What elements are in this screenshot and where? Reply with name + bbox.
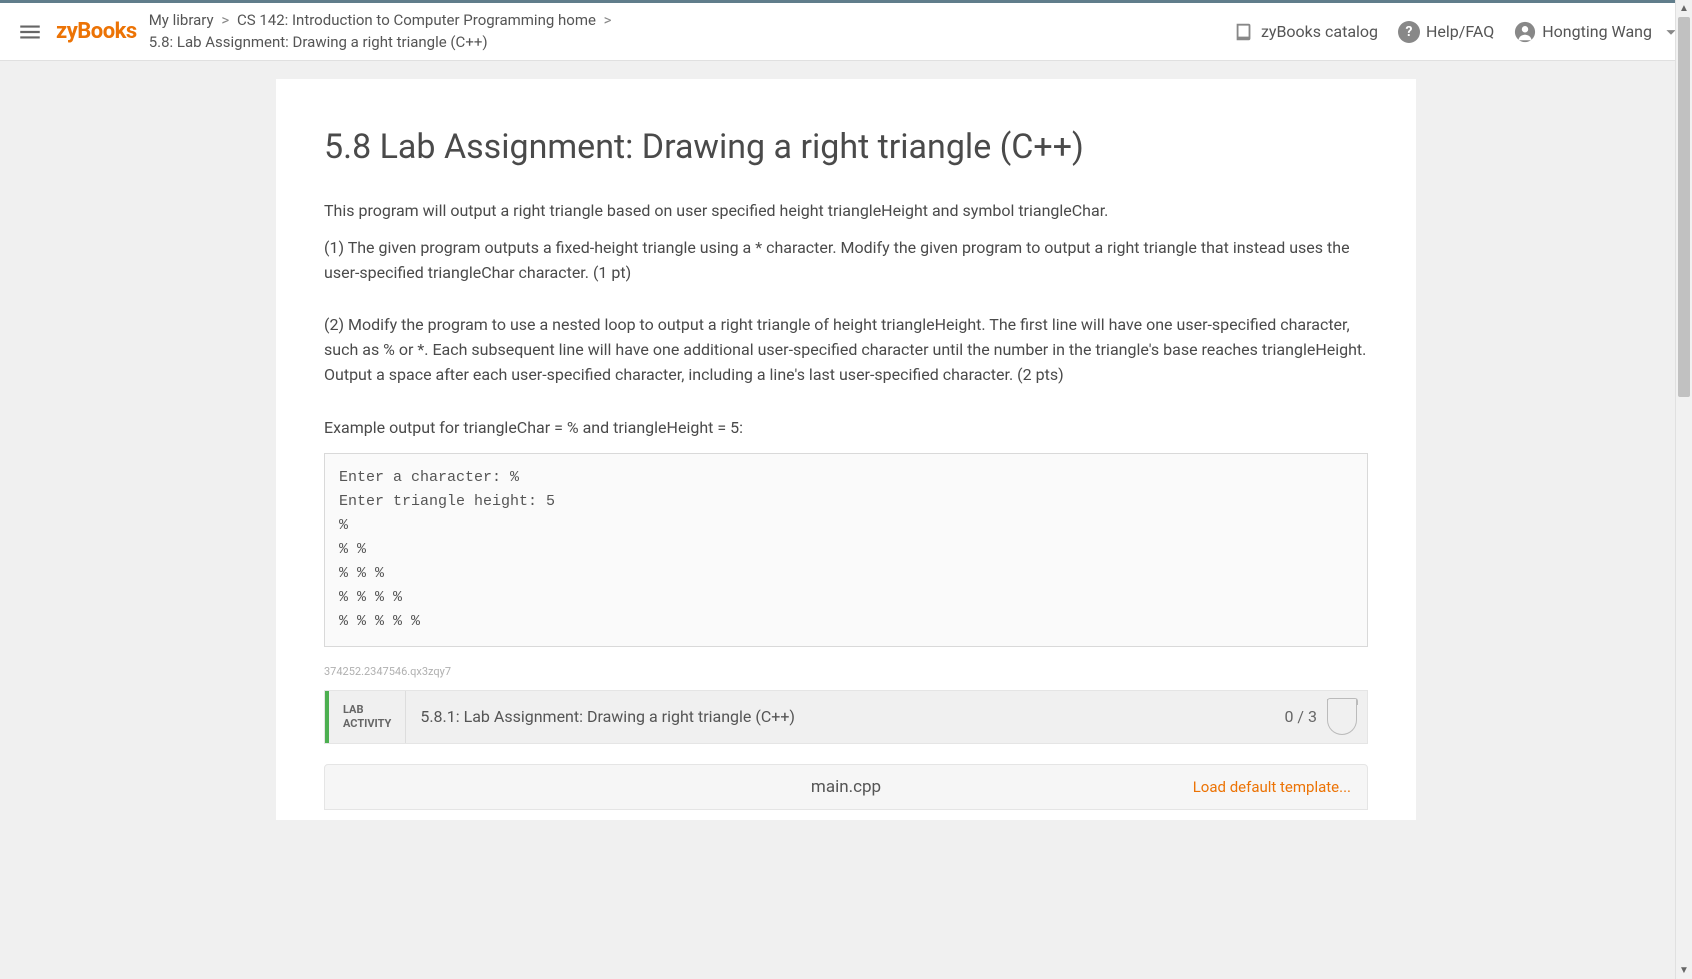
scroll-down-arrow-icon[interactable]: ▼ <box>1676 962 1692 979</box>
breadcrumb-section[interactable]: 5.8: Lab Assignment: Drawing a right tri… <box>149 33 488 51</box>
lab-badge-line1: LAB <box>343 703 391 717</box>
catalog-label: zyBooks catalog <box>1261 22 1378 41</box>
breadcrumb: My library > CS 142: Introduction to Com… <box>149 10 1233 54</box>
lab-badge-line2: ACTIVITY <box>343 717 391 731</box>
app-header: zyBooks My library > CS 142: Introductio… <box>0 3 1692 61</box>
menu-icon[interactable] <box>10 12 50 52</box>
user-menu[interactable]: Hongting Wang <box>1514 21 1682 43</box>
editor-toolbar: main.cpp Load default template... <box>324 764 1368 810</box>
user-name: Hongting Wang <box>1542 22 1652 41</box>
logo-text: zyBooks <box>56 19 137 44</box>
score-text: 0 / 3 <box>1284 707 1317 726</box>
catalog-link[interactable]: zyBooks catalog <box>1233 21 1378 43</box>
logo[interactable]: zyBooks <box>56 19 137 44</box>
activity-id: 374252.2347546.qx3zqy7 <box>324 665 1368 678</box>
example-output-block: Enter a character: % Enter triangle heig… <box>324 453 1368 647</box>
breadcrumb-library[interactable]: My library <box>149 11 214 29</box>
lab-score: 0 / 3 <box>1284 691 1367 743</box>
example-label: Example output for triangleChar = % and … <box>324 416 1368 441</box>
vertical-scrollbar[interactable]: ▲ ▼ <box>1675 0 1692 979</box>
shield-icon[interactable] <box>1327 699 1357 735</box>
intro-paragraph: This program will output a right triangl… <box>324 199 1368 224</box>
chevron-right-icon: > <box>221 11 229 29</box>
help-link[interactable]: ? Help/FAQ <box>1398 21 1494 43</box>
load-template-button[interactable]: Load default template... <box>1193 778 1351 796</box>
step-1-paragraph: (1) The given program outputs a fixed-he… <box>324 236 1368 286</box>
assignment-body: This program will output a right triangl… <box>324 199 1368 441</box>
scroll-thumb[interactable] <box>1678 17 1690 397</box>
step-2-paragraph: (2) Modify the program to use a nested l… <box>324 313 1368 387</box>
help-label: Help/FAQ <box>1426 22 1494 41</box>
user-icon <box>1514 21 1536 43</box>
lab-title: 5.8.1: Lab Assignment: Drawing a right t… <box>406 691 1284 743</box>
lab-badge: LAB ACTIVITY <box>325 691 406 743</box>
lab-activity-header: LAB ACTIVITY 5.8.1: Lab Assignment: Draw… <box>324 690 1368 744</box>
content-card: 5.8 Lab Assignment: Drawing a right tria… <box>276 79 1416 820</box>
breadcrumb-course[interactable]: CS 142: Introduction to Computer Program… <box>237 11 596 29</box>
editor-filename: main.cpp <box>811 777 881 797</box>
header-actions: zyBooks catalog ? Help/FAQ Hongting Wang <box>1233 21 1682 43</box>
scroll-up-arrow-icon[interactable]: ▲ <box>1676 0 1692 17</box>
help-icon: ? <box>1398 21 1420 43</box>
page-title: 5.8 Lab Assignment: Drawing a right tria… <box>324 127 1368 167</box>
book-icon <box>1233 21 1255 43</box>
chevron-right-icon: > <box>604 11 612 29</box>
